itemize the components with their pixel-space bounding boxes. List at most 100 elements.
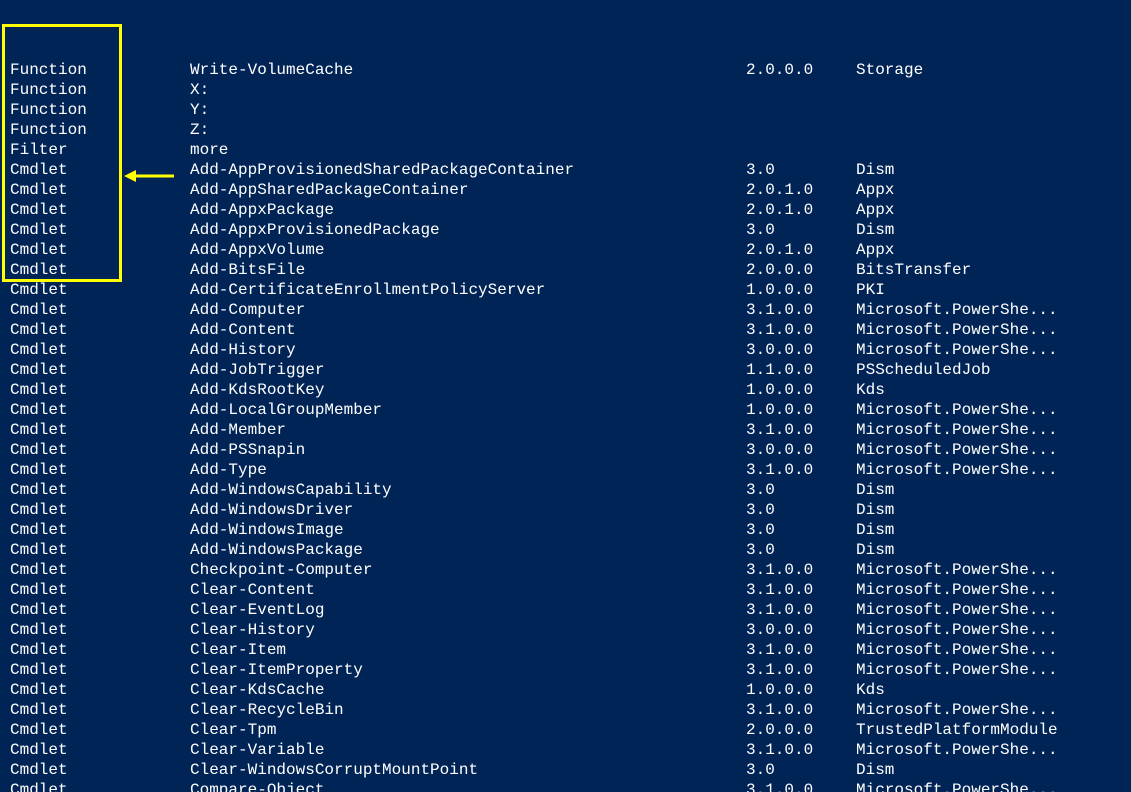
command-type: Cmdlet (10, 700, 190, 720)
command-type: Cmdlet (10, 400, 190, 420)
output-row: CmdletAdd-WindowsPackage3.0Dism (10, 540, 1131, 560)
output-row: CmdletAdd-AppxProvisionedPackage3.0Dism (10, 220, 1131, 240)
command-type: Cmdlet (10, 560, 190, 580)
command-version: 3.0 (746, 520, 856, 540)
output-row: CmdletAdd-AppxPackage2.0.1.0Appx (10, 200, 1131, 220)
command-version: 3.0 (746, 500, 856, 520)
command-source: Microsoft.PowerShe... (856, 740, 1131, 760)
command-type: Cmdlet (10, 580, 190, 600)
command-source: Dism (856, 480, 1131, 500)
output-row: CmdletClear-History3.0.0.0Microsoft.Powe… (10, 620, 1131, 640)
command-source: Microsoft.PowerShe... (856, 460, 1131, 480)
command-version: 3.1.0.0 (746, 580, 856, 600)
command-version: 3.1.0.0 (746, 460, 856, 480)
command-name: Checkpoint-Computer (190, 560, 746, 580)
command-source (856, 80, 1131, 100)
command-source: Microsoft.PowerShe... (856, 340, 1131, 360)
output-row: CmdletAdd-AppSharedPackageContainer2.0.1… (10, 180, 1131, 200)
command-type: Cmdlet (10, 460, 190, 480)
output-row: CmdletAdd-WindowsCapability3.0Dism (10, 480, 1131, 500)
command-source: Dism (856, 500, 1131, 520)
command-name: Add-AppxPackage (190, 200, 746, 220)
command-type: Cmdlet (10, 680, 190, 700)
command-source: Appx (856, 200, 1131, 220)
command-version: 3.1.0.0 (746, 780, 856, 792)
command-source: Dism (856, 220, 1131, 240)
output-row: Filtermore (10, 140, 1131, 160)
output-row: CmdletAdd-LocalGroupMember1.0.0.0Microso… (10, 400, 1131, 420)
command-source: Kds (856, 380, 1131, 400)
command-type: Cmdlet (10, 360, 190, 380)
command-type: Cmdlet (10, 600, 190, 620)
command-version: 3.0.0.0 (746, 620, 856, 640)
command-version: 2.0.1.0 (746, 180, 856, 200)
command-version: 3.0.0.0 (746, 340, 856, 360)
command-version (746, 100, 856, 120)
command-source: PKI (856, 280, 1131, 300)
command-source: Microsoft.PowerShe... (856, 620, 1131, 640)
command-type: Function (10, 100, 190, 120)
output-row: CmdletAdd-AppxVolume2.0.1.0Appx (10, 240, 1131, 260)
command-type: Filter (10, 140, 190, 160)
command-type: Cmdlet (10, 420, 190, 440)
command-name: Clear-Tpm (190, 720, 746, 740)
command-version: 3.0.0.0 (746, 440, 856, 460)
command-type: Cmdlet (10, 160, 190, 180)
output-row: CmdletAdd-WindowsImage3.0Dism (10, 520, 1131, 540)
command-version: 3.0 (746, 760, 856, 780)
command-type: Cmdlet (10, 480, 190, 500)
command-version: 3.1.0.0 (746, 420, 856, 440)
output-row: CmdletCompare-Object3.1.0.0Microsoft.Pow… (10, 780, 1131, 792)
command-version (746, 80, 856, 100)
command-type: Function (10, 80, 190, 100)
command-type: Cmdlet (10, 780, 190, 792)
command-name: Clear-RecycleBin (190, 700, 746, 720)
command-source: Dism (856, 160, 1131, 180)
command-source: Dism (856, 540, 1131, 560)
command-source: Microsoft.PowerShe... (856, 400, 1131, 420)
command-source: Storage (856, 60, 1131, 80)
output-row: CmdletAdd-History3.0.0.0Microsoft.PowerS… (10, 340, 1131, 360)
output-row: CmdletClear-Variable3.1.0.0Microsoft.Pow… (10, 740, 1131, 760)
output-row: CmdletAdd-BitsFile2.0.0.0BitsTransfer (10, 260, 1131, 280)
command-name: Add-Member (190, 420, 746, 440)
command-version: 3.1.0.0 (746, 320, 856, 340)
command-name: Add-WindowsImage (190, 520, 746, 540)
command-source (856, 100, 1131, 120)
command-name: Add-AppxProvisionedPackage (190, 220, 746, 240)
command-version: 3.0 (746, 160, 856, 180)
command-source: Microsoft.PowerShe... (856, 300, 1131, 320)
command-version: 3.1.0.0 (746, 740, 856, 760)
command-version: 3.1.0.0 (746, 660, 856, 680)
command-version (746, 120, 856, 140)
output-row: FunctionWrite-VolumeCache2.0.0.0Storage (10, 60, 1131, 80)
command-name: Clear-History (190, 620, 746, 640)
output-row: CmdletAdd-Computer3.1.0.0Microsoft.Power… (10, 300, 1131, 320)
command-version: 2.0.1.0 (746, 240, 856, 260)
command-version: 3.1.0.0 (746, 640, 856, 660)
command-type: Cmdlet (10, 660, 190, 680)
output-row: FunctionX: (10, 80, 1131, 100)
command-name: Add-Computer (190, 300, 746, 320)
command-name: Clear-KdsCache (190, 680, 746, 700)
command-source: Microsoft.PowerShe... (856, 440, 1131, 460)
command-version: 1.0.0.0 (746, 680, 856, 700)
command-type: Cmdlet (10, 720, 190, 740)
command-source: Dism (856, 760, 1131, 780)
output-row: FunctionY: (10, 100, 1131, 120)
command-version: 3.1.0.0 (746, 300, 856, 320)
command-source: Microsoft.PowerShe... (856, 580, 1131, 600)
command-version: 1.0.0.0 (746, 380, 856, 400)
output-row: CmdletClear-Item3.1.0.0Microsoft.PowerSh… (10, 640, 1131, 660)
powershell-terminal[interactable]: FunctionWrite-VolumeCache2.0.0.0StorageF… (0, 0, 1131, 792)
output-row: CmdletAdd-Type3.1.0.0Microsoft.PowerShe.… (10, 460, 1131, 480)
command-source: Microsoft.PowerShe... (856, 320, 1131, 340)
output-row: CmdletClear-EventLog3.1.0.0Microsoft.Pow… (10, 600, 1131, 620)
command-source: Microsoft.PowerShe... (856, 560, 1131, 580)
command-version: 2.0.1.0 (746, 200, 856, 220)
command-version: 3.0 (746, 480, 856, 500)
command-source: BitsTransfer (856, 260, 1131, 280)
command-source: Microsoft.PowerShe... (856, 780, 1131, 792)
command-name: Y: (190, 100, 746, 120)
command-type: Cmdlet (10, 200, 190, 220)
